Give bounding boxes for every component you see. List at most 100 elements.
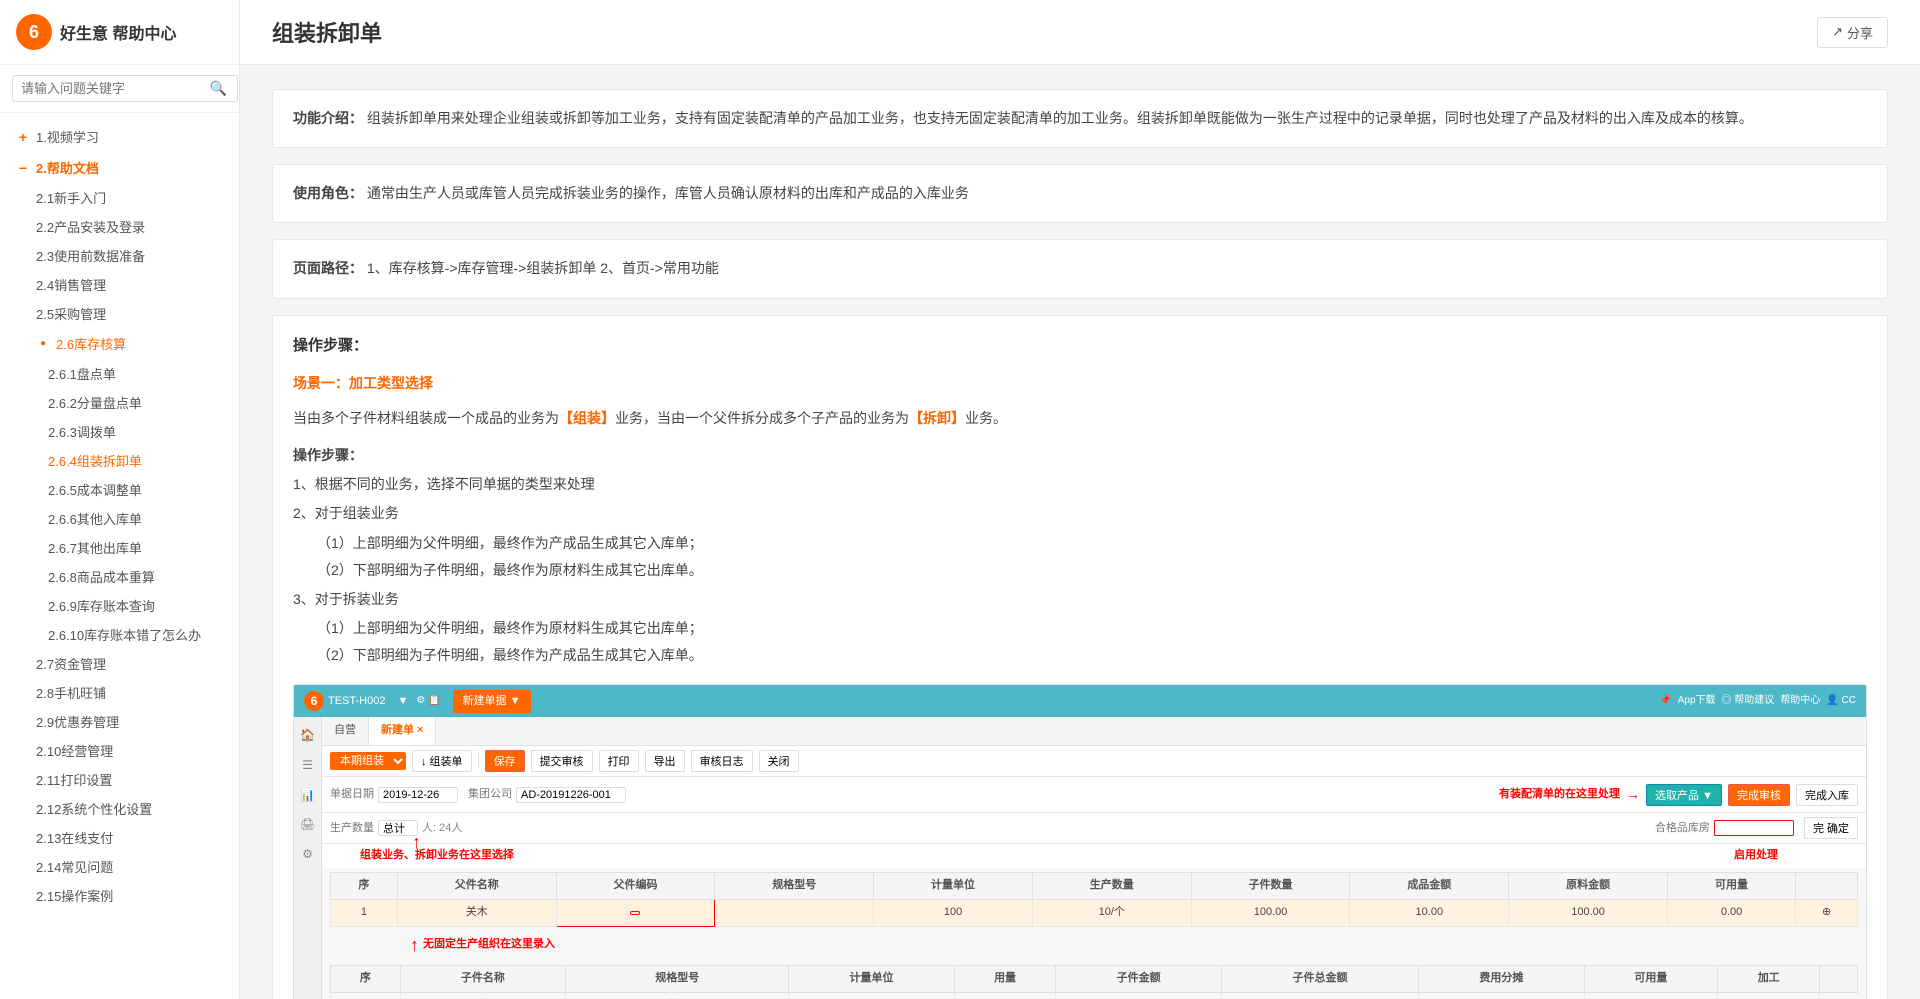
btn-submit[interactable]: 提交审核	[531, 750, 593, 772]
cell-produce-qty: 10/个	[1032, 900, 1191, 927]
screenshot-titlebar: 6 TEST-H002 ▼ ⚙ 📋 新建单据 ▼ 📌 App下载 ◎ 帮助建议 …	[294, 685, 1866, 717]
app-icon-3: ◎ 帮助建议	[1722, 692, 1775, 710]
docdate-input[interactable]	[378, 787, 458, 803]
icon-home: 🏠	[300, 725, 315, 747]
col-product-amount: 成品金额	[1350, 873, 1509, 900]
batch-annotation: 启用处理	[1734, 846, 1778, 866]
sidebar-item-coupon[interactable]: 2.9优惠券管理	[0, 707, 239, 736]
col-actions	[1796, 873, 1858, 900]
cell-unit: 100	[874, 900, 1033, 927]
logo-icon: 6	[16, 14, 52, 50]
sidebar-item-onlinepay[interactable]: 2.13在线支付	[0, 823, 239, 852]
sidebar-item-stockcheck[interactable]: 2.6.9库存账本查询	[0, 591, 239, 620]
sidebar-item-helpdoc[interactable]: 2.帮助文档	[0, 152, 239, 183]
sub-cell-name-1: 零件 1	[400, 993, 565, 999]
sub-cell-amount-1: 20.00	[1056, 993, 1221, 999]
bom-annotation: 有装配清单的在这里处理	[1499, 785, 1620, 805]
active-icon	[36, 337, 50, 351]
sidebar-item-purchase[interactable]: 2.5采购管理	[0, 299, 239, 328]
col-unit: 计量单位	[874, 873, 1033, 900]
search-area: 🔍	[0, 65, 239, 113]
content-area: 功能介绍： 组装拆卸单用来处理企业组装或拆卸等加工业务，支持有固定装配清单的产品…	[240, 65, 1920, 999]
col-available: 可用量	[1667, 873, 1795, 900]
sidebar-item-adjust[interactable]: 2.6.3调拨单	[0, 417, 239, 446]
sidebar-item-stocktake[interactable]: 2.6.1盘点单	[0, 359, 239, 388]
sidebar-item-costcalc[interactable]: 2.6.8商品成本重算	[0, 562, 239, 591]
sidebar-item-assembly[interactable]: 2.6.4组装拆卸单	[0, 446, 239, 475]
expand-icon	[16, 130, 30, 144]
col-parent-name: 父件名称	[397, 873, 556, 900]
scene1-title: 场景一：加工类型选择	[293, 375, 433, 391]
col-seq: 序	[331, 873, 398, 900]
lower-table-container: 序 子件名称 规格型号 计量单位 用量 子件金额 子件总金额 费用分摊	[322, 965, 1866, 999]
btn-type-dropdown[interactable]: ↓ 组装单	[412, 750, 472, 772]
sidebar-item-sales[interactable]: 2.4销售管理	[0, 270, 239, 299]
btn-confirm[interactable]: 完成审核	[1728, 784, 1790, 806]
btn-save[interactable]: 保存	[485, 750, 525, 772]
sub-col-total-amount: 子件总金额	[1221, 966, 1418, 993]
sidebar-item-finance[interactable]: 2.7资金管理	[0, 649, 239, 678]
main-header: 组装拆卸单 ↗ 分享	[240, 0, 1920, 65]
sidebar-item-cases[interactable]: 2.15操作案例	[0, 881, 239, 910]
sidebar-item-mobile[interactable]: 2.8手机旺铺	[0, 678, 239, 707]
warehouse-input[interactable]	[1714, 820, 1794, 836]
docdate-label: 单据日期	[330, 785, 374, 805]
ops-steps-title: 操作步骤：	[293, 443, 1867, 468]
sidebar-item-otheroutbound[interactable]: 2.6.7其他出库单	[0, 533, 239, 562]
search-button[interactable]: 🔍	[210, 80, 227, 97]
btn-export[interactable]: 导出	[645, 750, 685, 772]
sidebar-item-faq[interactable]: 2.14常见问题	[0, 852, 239, 881]
btn-confirm2[interactable]: 完 确定	[1804, 817, 1858, 839]
icon-print: 🖨	[300, 814, 315, 836]
search-input[interactable]	[12, 75, 238, 102]
sidebar-item-video[interactable]: 1.视频学习	[0, 121, 239, 152]
cell-seq: 1	[331, 900, 398, 927]
icon-settings2: ⚙	[302, 844, 313, 866]
sidebar-item-customize[interactable]: 2.12系统个性化设置	[0, 794, 239, 823]
sidebar-item-operation[interactable]: 2.10经营管理	[0, 736, 239, 765]
app-dropdown: ▼	[397, 692, 408, 712]
tab-neworder[interactable]: 新建单 ×	[369, 717, 436, 745]
roles-label: 使用角色：	[293, 185, 363, 201]
sidebar-item-helpdoc-label: 2.帮助文档	[36, 158, 99, 177]
sidebar-item-stockerr[interactable]: 2.6.10库存账本错了怎么办	[0, 620, 239, 649]
cell-material-amount: 100.00	[1509, 900, 1668, 927]
section-roles: 使用角色： 通常由生产人员或库管人员完成拆装业务的操作，库管人员确认原材料的出库…	[272, 164, 1888, 223]
path-label: 页面路径：	[293, 260, 363, 276]
icon-chart: 📊	[300, 785, 315, 807]
type-select[interactable]: 本期组装 本期拆卸	[330, 752, 406, 770]
group-input[interactable]	[516, 787, 626, 803]
sidebar-item-print[interactable]: 2.11打印设置	[0, 765, 239, 794]
tab-ziying[interactable]: 自营	[322, 717, 369, 745]
cell-available: 0.00	[1667, 900, 1795, 927]
sidebar-item-newbie[interactable]: 2.1新手入门	[0, 183, 239, 212]
app-icon-2: App下载	[1678, 692, 1716, 710]
sub-col-usage: 用量	[954, 966, 1056, 993]
sub-cell-process-1: ⊕ ☐	[1718, 993, 1820, 999]
col-child-qty: 子件数量	[1191, 873, 1350, 900]
btn-close[interactable]: 关闭	[759, 750, 799, 772]
sidebar-item-data[interactable]: 2.3使用前数据准备	[0, 241, 239, 270]
btn-finish[interactable]: 完成入库	[1796, 784, 1858, 806]
btn-auditlog[interactable]: 审核日志	[691, 750, 753, 772]
sidebar-item-otherinbound[interactable]: 2.6.6其他入库单	[0, 504, 239, 533]
app-icon-4: 帮助中心	[1780, 692, 1820, 710]
sidebar-item-costadj[interactable]: 2.6.5成本调整单	[0, 475, 239, 504]
no-bom-arrow: ↑	[410, 929, 419, 961]
sub-col-child-amount: 子件金额	[1056, 966, 1221, 993]
btn-select-product[interactable]: 选取产品 ▼	[1646, 784, 1722, 806]
sidebar-item-install[interactable]: 2.2产品安装及登录	[0, 212, 239, 241]
upper-table: 序 父件名称 父件编码 规格型号 计量单位 生产数量 子件数量 成品金额	[330, 872, 1858, 927]
sub-col-spec2: 规格型号	[566, 966, 789, 993]
new-order-btn[interactable]: 新建单据 ▼	[453, 690, 531, 714]
sidebar-item-stocktake2[interactable]: 2.6.2分量盘点单	[0, 388, 239, 417]
substep-disassembly-2: （2）下部明细为子件明细，最终作为产成品生成其它入库单。	[317, 643, 1867, 668]
sub-col-available2: 可用量	[1584, 966, 1718, 993]
sub-cell-usage-1: 100	[954, 993, 1056, 999]
sidebar-item-inventory[interactable]: 2.6库存核算	[0, 328, 239, 359]
type-arrow: ↑	[412, 826, 421, 858]
share-button[interactable]: ↗ 分享	[1817, 17, 1888, 48]
btn-print[interactable]: 打印	[599, 750, 639, 772]
qty-unit: 人: 24人	[422, 819, 462, 839]
sub-cell-total-1: 0.00	[1221, 993, 1418, 999]
